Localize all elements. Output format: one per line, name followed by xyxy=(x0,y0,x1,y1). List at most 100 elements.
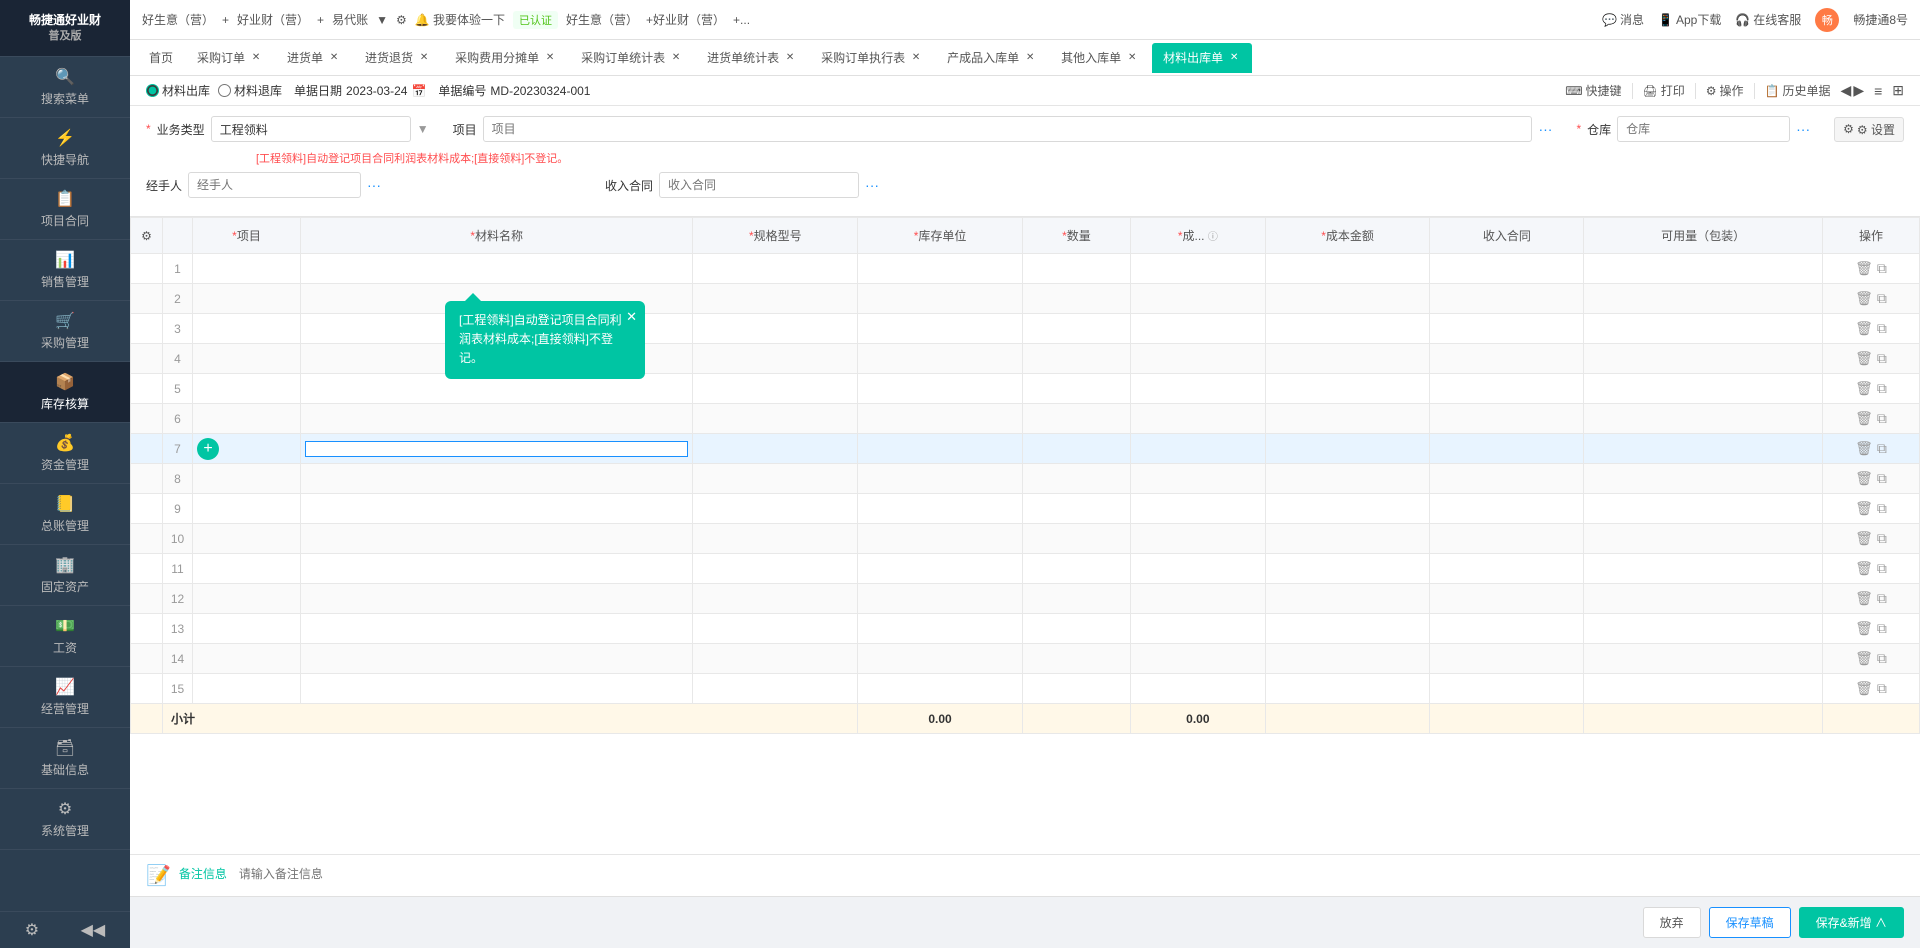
row-13-col-3[interactable] xyxy=(858,614,1023,644)
radio-material-out[interactable]: 材料出库 xyxy=(146,82,210,99)
row-6-col-2[interactable] xyxy=(693,404,858,434)
row-5-col-4[interactable] xyxy=(1022,374,1130,404)
tab-close-7[interactable]: ✕ xyxy=(909,51,923,65)
row-3-col-0[interactable] xyxy=(193,314,301,344)
row-7-col9[interactable] xyxy=(1584,434,1823,464)
radio-material-return[interactable]: 材料退库 xyxy=(218,82,282,99)
row-12-col-2[interactable] xyxy=(693,584,858,614)
row-7-col8[interactable] xyxy=(1430,434,1584,464)
row-copy-btn-3[interactable]: ⧉ xyxy=(1877,320,1887,337)
row-add-btn-cell[interactable]: + xyxy=(193,434,301,464)
row-4-col-3[interactable] xyxy=(858,344,1023,374)
row-14-col-6[interactable] xyxy=(1265,644,1430,674)
row-delete-btn-6[interactable]: 🗑 xyxy=(1855,410,1873,427)
row-4-col-2[interactable] xyxy=(693,344,858,374)
collapse-icon[interactable]: ◀◀ xyxy=(81,920,106,940)
row-9-col-1[interactable] xyxy=(301,494,693,524)
row-9-col-2[interactable] xyxy=(693,494,858,524)
tab---[interactable]: 首页 xyxy=(138,43,184,73)
settings-btn[interactable]: ⚙ ⚙ 设置 xyxy=(1834,117,1904,142)
tab-close-6[interactable]: ✕ xyxy=(783,51,797,65)
row-2-col-3[interactable] xyxy=(858,284,1023,314)
project-dots-btn[interactable]: ··· xyxy=(1538,121,1552,137)
row-9-col-4[interactable] xyxy=(1022,494,1130,524)
row-9-col-6[interactable] xyxy=(1265,494,1430,524)
tab-----[interactable]: 采购订单✕ xyxy=(186,43,274,73)
row-delete-btn-12[interactable]: 🗑 xyxy=(1855,590,1873,607)
row-7-col4[interactable] xyxy=(858,434,1023,464)
row-1-col-7[interactable] xyxy=(1430,254,1584,284)
discard-btn[interactable]: 放弃 xyxy=(1643,907,1701,938)
row-11-col-3[interactable] xyxy=(858,554,1023,584)
row-13-col-2[interactable] xyxy=(693,614,858,644)
sidebar-item-ops[interactable]: 📈经营管理 xyxy=(0,667,130,728)
sidebar-item-salary[interactable]: 💵工资 xyxy=(0,606,130,667)
row-11-col-7[interactable] xyxy=(1430,554,1584,584)
warehouse-dots-btn[interactable]: ··· xyxy=(1796,121,1810,137)
row-8-col-2[interactable] xyxy=(693,464,858,494)
tab-close-9[interactable]: ✕ xyxy=(1125,51,1139,65)
nav-haoyecai2[interactable]: +好业财（营） xyxy=(646,11,725,28)
sidebar-item-assets[interactable]: 🏢固定资产 xyxy=(0,545,130,606)
row-delete-btn-3[interactable]: 🗑 xyxy=(1855,320,1873,337)
user-avatar[interactable]: 畅 xyxy=(1815,8,1839,32)
row-8-col-3[interactable] xyxy=(858,464,1023,494)
row-14-col-5[interactable] xyxy=(1130,644,1265,674)
row-11-col-4[interactable] xyxy=(1022,554,1130,584)
row-5-col-5[interactable] xyxy=(1130,374,1265,404)
row-13-col-8[interactable] xyxy=(1584,614,1823,644)
row-9-col-3[interactable] xyxy=(858,494,1023,524)
row-8-col-5[interactable] xyxy=(1130,464,1265,494)
row-9-col-5[interactable] xyxy=(1130,494,1265,524)
row-3-col-7[interactable] xyxy=(1430,314,1584,344)
app-download-btn[interactable]: 📱 App下载 xyxy=(1658,11,1721,28)
row-14-col-8[interactable] xyxy=(1584,644,1823,674)
tab-close-4[interactable]: ✕ xyxy=(543,51,557,65)
memo-input[interactable] xyxy=(235,863,1904,885)
row-10-col-0[interactable] xyxy=(193,524,301,554)
history-btn[interactable]: 📋 历史单据 xyxy=(1765,82,1831,99)
handler-dots-btn[interactable]: ··· xyxy=(367,177,381,193)
row-5-col-0[interactable] xyxy=(193,374,301,404)
row-10-col-8[interactable] xyxy=(1584,524,1823,554)
tab-close-5[interactable]: ✕ xyxy=(669,51,683,65)
row-copy-btn-2[interactable]: ⧉ xyxy=(1877,290,1887,307)
row-delete-btn-11[interactable]: 🗑 xyxy=(1855,560,1873,577)
row-3-col-4[interactable] xyxy=(1022,314,1130,344)
row-2-col-2[interactable] xyxy=(693,284,858,314)
row-copy-btn-8[interactable]: ⧉ xyxy=(1877,470,1887,487)
income-contract-dots-btn[interactable]: ··· xyxy=(865,177,879,193)
row-12-col-3[interactable] xyxy=(858,584,1023,614)
row-3-col-6[interactable] xyxy=(1265,314,1430,344)
row-11-col-5[interactable] xyxy=(1130,554,1265,584)
row-14-col-0[interactable] xyxy=(193,644,301,674)
project-input[interactable] xyxy=(483,116,1533,142)
sidebar-item-sales[interactable]: 📊销售管理 xyxy=(0,240,130,301)
row-delete-btn-14[interactable]: 🗑 xyxy=(1855,650,1873,667)
message-btn[interactable]: 💬 消息 xyxy=(1602,11,1644,28)
row-2-col-7[interactable] xyxy=(1430,284,1584,314)
row-copy-btn-11[interactable]: ⧉ xyxy=(1877,560,1887,577)
row-copy-btn-4[interactable]: ⧉ xyxy=(1877,350,1887,367)
row-5-col-6[interactable] xyxy=(1265,374,1430,404)
row-1-col-3[interactable] xyxy=(858,254,1023,284)
row-8-col-8[interactable] xyxy=(1584,464,1823,494)
save-draft-btn[interactable]: 保存草稿 xyxy=(1709,907,1791,938)
row-13-col-0[interactable] xyxy=(193,614,301,644)
row-copy-btn-5[interactable]: ⧉ xyxy=(1877,380,1887,397)
business-type-input[interactable] xyxy=(211,116,411,142)
tab------[interactable]: 其他入库单✕ xyxy=(1050,43,1150,73)
row-13-col-7[interactable] xyxy=(1430,614,1584,644)
tab-----[interactable]: 进货退货✕ xyxy=(354,43,442,73)
row-delete-btn-13[interactable]: 🗑 xyxy=(1855,620,1873,637)
row-9-col-0[interactable] xyxy=(193,494,301,524)
sidebar-item-purchase[interactable]: 🛒采购管理 xyxy=(0,301,130,362)
row-copy-btn-12[interactable]: ⧉ xyxy=(1877,590,1887,607)
row-8-col-6[interactable] xyxy=(1265,464,1430,494)
row-15-col-7[interactable] xyxy=(1430,674,1584,704)
row-delete-btn-8[interactable]: 🗑 xyxy=(1855,470,1873,487)
row-15-col-2[interactable] xyxy=(693,674,858,704)
row-2-col-6[interactable] xyxy=(1265,284,1430,314)
tab-close-3[interactable]: ✕ xyxy=(417,51,431,65)
nav-dropdown[interactable]: ▼ xyxy=(376,13,388,27)
